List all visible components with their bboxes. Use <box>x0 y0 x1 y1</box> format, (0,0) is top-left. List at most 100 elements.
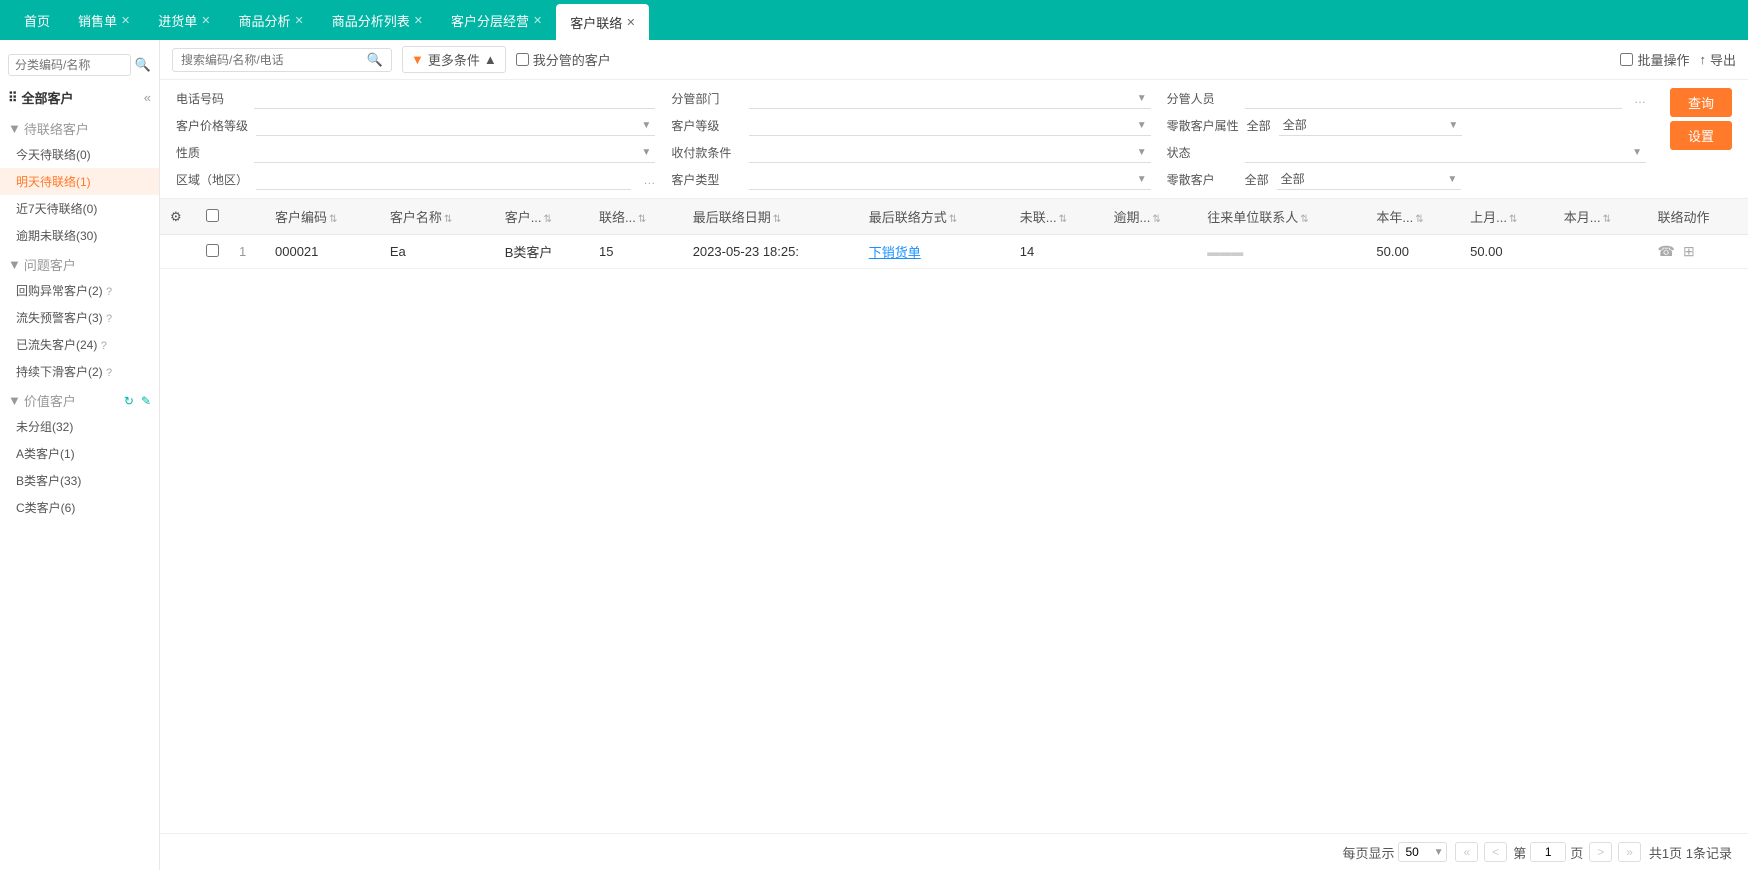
nav-goods-analysis-list-close[interactable]: ✕ <box>414 14 423 27</box>
value-edit-icon[interactable]: ✎ <box>141 394 151 408</box>
filter-icon: ▼ <box>411 52 424 67</box>
filter-payment: 收付款条件 ▼ <box>671 142 1150 163</box>
page-number-input[interactable] <box>1530 842 1566 862</box>
sidebar-item-overdue[interactable]: 逾期未联络(30) <box>0 222 159 249</box>
setting-btn[interactable]: 设置 <box>1670 121 1732 150</box>
td-last-type[interactable]: 下销货单 <box>859 235 1010 269</box>
per-page-label: 每页显示 <box>1342 843 1394 862</box>
th-gear[interactable]: ⚙ <box>160 199 196 235</box>
per-page-select[interactable]: 10 20 50 100 <box>1398 842 1447 862</box>
filter-person-input[interactable] <box>1245 88 1622 109</box>
this-year-sort-icon: ⇅ <box>1415 214 1423 225</box>
batch-checkbox[interactable] <box>1620 53 1633 66</box>
value-refresh-icon[interactable]: ↻ <box>124 394 134 408</box>
content-area: 🔍 ▼ 更多条件 ▲ 我分管的客户 批量操作 ↑ 导出 <box>160 40 1748 870</box>
th-this-month[interactable]: 本月...⇅ <box>1554 199 1648 235</box>
row-checkbox[interactable] <box>206 244 219 257</box>
sidebar-item-abnormal[interactable]: 回购异常客户(2) ? <box>0 277 159 304</box>
th-last-month[interactable]: 上月...⇅ <box>1460 199 1554 235</box>
sidebar-item-lost[interactable]: 已流失客户(24) ? <box>0 331 159 358</box>
filter-region-dots[interactable]: … <box>643 173 655 187</box>
nav-purchase-close[interactable]: ✕ <box>201 14 210 27</box>
th-last-date[interactable]: 最后联络日期⇅ <box>683 199 859 235</box>
filter-customer-level: 客户等级 ▼ <box>671 115 1150 136</box>
filter-search-input[interactable] <box>181 53 361 67</box>
sidebar-item-c-class[interactable]: C类客户(6) <box>0 494 159 521</box>
filter-dept-select[interactable] <box>749 88 1150 109</box>
th-type[interactable]: 客户...⇅ <box>495 199 589 235</box>
next-page-btn[interactable]: > <box>1589 842 1612 862</box>
sidebar-item-tomorrow[interactable]: 明天待联络(1) <box>0 168 159 195</box>
first-page-btn[interactable]: « <box>1455 842 1478 862</box>
sidebar-item-a-class[interactable]: A类客户(1) <box>0 440 159 467</box>
gear-icon: ⚙ <box>170 209 182 224</box>
td-checkbox[interactable] <box>196 235 229 269</box>
batch-op-btn[interactable]: 批量操作 <box>1620 50 1689 69</box>
sidebar-item-declining[interactable]: 持续下滑客户(2) ? <box>0 358 159 385</box>
sidebar-search-input[interactable] <box>8 54 131 76</box>
query-btn[interactable]: 查询 <box>1670 88 1732 117</box>
th-contact[interactable]: 联络...⇅ <box>589 199 683 235</box>
sidebar-item-today[interactable]: 今天待联络(0) <box>0 141 159 168</box>
nav-sales-close[interactable]: ✕ <box>121 14 130 27</box>
table-row: 1 000021 Ea B类客户 15 2023-05-23 18:25: 下销… <box>160 235 1748 269</box>
filter-region-input[interactable] <box>256 169 631 190</box>
sidebar-item-b-class[interactable]: B类客户(33) <box>0 467 159 494</box>
prev-page-btn[interactable]: < <box>1484 842 1507 862</box>
th-checkbox[interactable] <box>196 199 229 235</box>
th-name[interactable]: 客户名称⇅ <box>380 199 495 235</box>
nav-customer-layer[interactable]: 客户分层经营 ✕ <box>437 0 556 40</box>
filter-phone-input[interactable] <box>254 88 655 109</box>
filter-customer-type-select[interactable] <box>749 169 1150 190</box>
nav-customer-contact[interactable]: 客户联络 ✕ <box>556 4 649 40</box>
td-last-month: 50.00 <box>1460 235 1554 269</box>
filter-customer-level-select[interactable] <box>749 115 1150 136</box>
adv-filter-row-3: 性质 ▼ 收付款条件 ▼ <box>176 142 1646 163</box>
th-unit-contact[interactable]: 往来单位联系人⇅ <box>1197 199 1366 235</box>
th-last-type[interactable]: 最后联络方式⇅ <box>859 199 1010 235</box>
filter-price-level-select[interactable] <box>256 115 655 136</box>
action-grid-icon[interactable]: ⊞ <box>1683 243 1695 260</box>
nav-purchase[interactable]: 进货单 ✕ <box>144 0 224 40</box>
th-select-all[interactable] <box>206 209 219 222</box>
action-call-icon[interactable]: ☎ <box>1658 243 1675 260</box>
last-type-sort-icon: ⇅ <box>949 214 957 225</box>
nav-goods-analysis-close[interactable]: ✕ <box>295 14 304 27</box>
footer: 每页显示 10 20 50 100 ▼ « < 第 页 <box>160 833 1748 870</box>
export-btn[interactable]: ↑ 导出 <box>1699 50 1736 69</box>
th-overdue[interactable]: 逾期...⇅ <box>1103 199 1197 235</box>
filter-zero-attr-select[interactable]: 全部 <box>1279 115 1463 136</box>
filter-person-dots[interactable]: … <box>1634 92 1646 106</box>
page-label: 第 <box>1513 843 1526 862</box>
nav-home[interactable]: 首页 <box>10 0 64 40</box>
th-code[interactable]: 客户编码⇅ <box>265 199 380 235</box>
th-this-year[interactable]: 本年...⇅ <box>1366 199 1460 235</box>
td-code: 000021 <box>265 235 380 269</box>
adv-filter-row-2: 客户价格等级 ▼ 客户等级 ▼ <box>176 115 1646 136</box>
nav-customer-layer-close[interactable]: ✕ <box>533 14 542 27</box>
filter-zero-customer-select[interactable]: 全部 <box>1277 169 1462 190</box>
nav-goods-analysis-list[interactable]: 商品分析列表 ✕ <box>318 0 437 40</box>
nav-customer-contact-close[interactable]: ✕ <box>626 16 635 29</box>
filter-customer-type: 客户类型 ▼ <box>671 169 1150 190</box>
sidebar-group-pending: ▼ 待联络客户 <box>0 113 159 141</box>
footer-nav: « < 第 页 > » <box>1455 842 1640 862</box>
last-date-sort-icon: ⇅ <box>773 214 781 225</box>
filter-my-customers-checkbox[interactable] <box>516 53 529 66</box>
filter-payment-select[interactable] <box>749 142 1150 163</box>
sidebar-item-ungrouped[interactable]: 未分组(32) <box>0 413 159 440</box>
nav-goods-analysis[interactable]: 商品分析 ✕ <box>224 0 317 40</box>
filter-status-select[interactable] <box>1245 142 1646 163</box>
last-type-link[interactable]: 下销货单 <box>869 245 921 260</box>
filter-nature-select[interactable] <box>254 142 655 163</box>
td-type: B类客户 <box>495 235 589 269</box>
overdue-sort-icon: ⇅ <box>1152 214 1160 225</box>
filter-more-btn[interactable]: ▼ 更多条件 ▲ <box>402 46 506 73</box>
nav-sales[interactable]: 销售单 ✕ <box>64 0 144 40</box>
sidebar-collapse-icon[interactable]: « <box>144 90 151 105</box>
th-not-contacted[interactable]: 未联...⇅ <box>1010 199 1104 235</box>
sidebar-item-7days[interactable]: 近7天待联络(0) <box>0 195 159 222</box>
last-page-btn[interactable]: » <box>1618 842 1641 862</box>
sidebar-item-warning[interactable]: 流失预警客户(3) ? <box>0 304 159 331</box>
sidebar-search-icon: 🔍 <box>135 57 151 73</box>
